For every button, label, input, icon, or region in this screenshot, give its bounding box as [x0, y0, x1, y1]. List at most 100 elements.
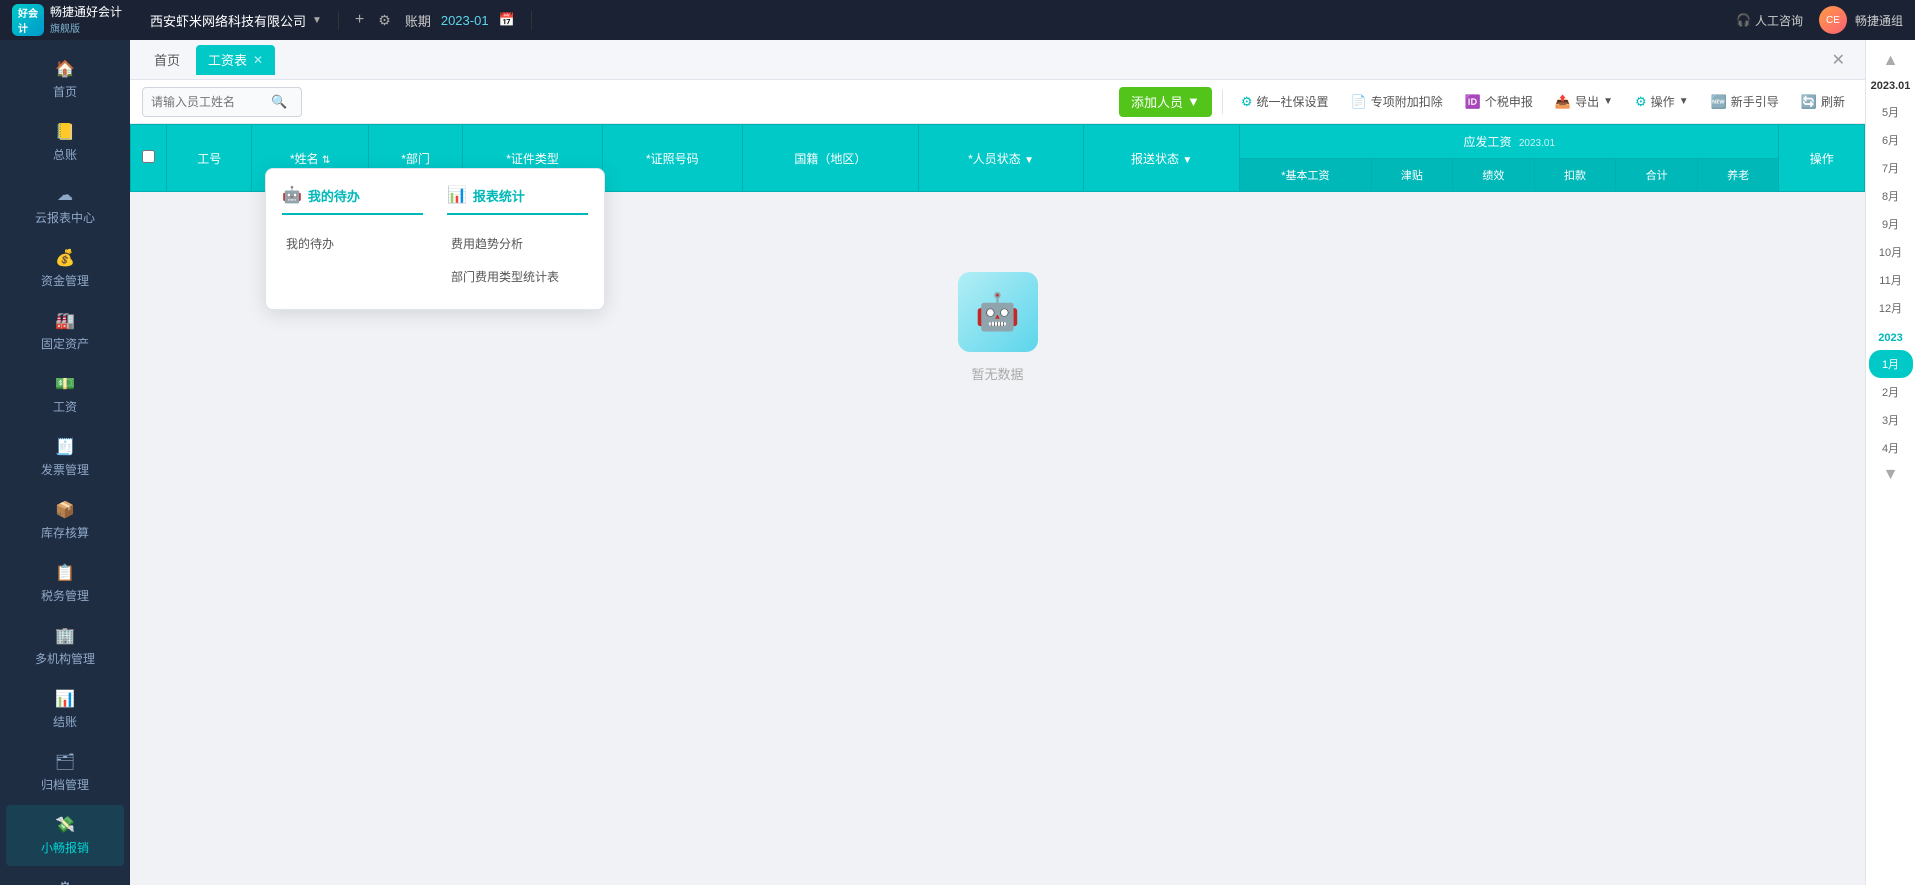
sidebar-item-home[interactable]: 🏠 首页 — [6, 49, 124, 110]
dropdown-overlay: 🤖 我的待办 我的待办 📊 报表统计 费用趋势分析 — [265, 168, 605, 310]
special-deduct-icon: 📄 — [1351, 94, 1367, 110]
support-button[interactable]: 🎧 人工咨询 — [1736, 12, 1803, 29]
dropdown-col1-title[interactable]: 🤖 我的待办 — [282, 185, 423, 215]
company-selector[interactable]: 西安虾米网络科技有限公司 ▼ — [142, 7, 330, 34]
avatar: CE — [1819, 6, 1847, 34]
month-2[interactable]: 2月 — [1869, 378, 1913, 406]
sidebar-item-inventory[interactable]: 📦 库存核算 — [6, 490, 124, 551]
month-5[interactable]: 5月 — [1869, 98, 1913, 126]
tab-close-all-icon[interactable]: ✕ — [1824, 50, 1853, 70]
month-4[interactable]: 4月 — [1869, 434, 1913, 462]
month-3[interactable]: 3月 — [1869, 406, 1913, 434]
month-8[interactable]: 8月 — [1869, 182, 1913, 210]
month-11[interactable]: 11月 — [1869, 266, 1913, 294]
sidebar-item-settlement[interactable]: 📊 结账 — [6, 679, 124, 740]
dropdown-expense-trend[interactable]: 费用趋势分析 — [447, 227, 588, 260]
period-value[interactable]: 2023-01 — [441, 13, 489, 28]
add-person-button[interactable]: 添加人员 ▼ — [1119, 87, 1212, 117]
export-chevron-icon: ▼ — [1603, 96, 1613, 107]
special-deduct-button[interactable]: 📄 专项附加扣除 — [1343, 89, 1451, 114]
dropdown-my-todo[interactable]: 我的待办 — [282, 227, 423, 260]
calendar-icon[interactable]: 📅 — [499, 12, 515, 28]
content-area: 首页 工资表 ✕ ✕ 🔍 添加人员 ▼ ⚙ 统一社保设置 — [130, 40, 1865, 885]
sidebar-item-invoice[interactable]: 🧾 发票管理 — [6, 427, 124, 488]
refresh-icon: 🔄 — [1801, 94, 1817, 110]
add-period-icon[interactable]: + — [355, 11, 364, 29]
archive-icon: 🗂 — [55, 752, 75, 772]
th-report-status[interactable]: 报送状态 ▼ — [1084, 125, 1240, 192]
panel-nav-down[interactable]: ▼ — [1879, 462, 1903, 488]
th-operation: 操作 — [1779, 125, 1865, 192]
sidebar-item-cloud-report[interactable]: ☁ 云报表中心 — [6, 175, 124, 236]
table-wrapper: 工号 *姓名 ⇅ *部门 *证件类型 *证照号码 国籍（地区） *人员状态 ▼ — [130, 124, 1865, 885]
operations-button[interactable]: ⚙ 操作 ▼ — [1627, 89, 1697, 114]
report-stat-icon: 📊 — [447, 185, 467, 205]
app-subtitle: 旗舰版 — [50, 20, 122, 35]
sidebar-label-home: 首页 — [53, 83, 77, 100]
salary-icon: 💵 — [55, 374, 75, 394]
month-12[interactable]: 12月 — [1869, 294, 1913, 322]
filter-status-icon[interactable]: ▼ — [1024, 155, 1034, 166]
dropdown-col2-label: 报表统计 — [473, 186, 525, 205]
month-10[interactable]: 10月 — [1869, 238, 1913, 266]
todo-icon: 🤖 — [282, 185, 302, 205]
month-9[interactable]: 9月 — [1869, 210, 1913, 238]
tab-salary[interactable]: 工资表 ✕ — [196, 45, 275, 75]
new-guide-button[interactable]: 🆕 新手引导 — [1703, 89, 1787, 114]
sidebar-label-invoice: 发票管理 — [41, 461, 89, 478]
add-person-chevron-icon: ▼ — [1187, 94, 1200, 109]
th-checkbox[interactable] — [131, 125, 167, 192]
sidebar-item-salary[interactable]: 💵 工资 — [6, 364, 124, 425]
sidebar-label-xiaochang: 小畅报销 — [41, 839, 89, 856]
dropdown-col2-title[interactable]: 📊 报表统计 — [447, 185, 588, 215]
sidebar-label-cloud: 云报表中心 — [35, 209, 95, 226]
logo-text-block: 畅捷通好会计 旗舰版 — [50, 5, 122, 34]
sidebar-item-basic[interactable]: ⚙ 基础设置 — [6, 868, 124, 885]
sidebar-item-ledger[interactable]: 📒 总账 — [6, 112, 124, 173]
dropdown-dept-expense[interactable]: 部门费用类型统计表 — [447, 260, 588, 293]
search-input[interactable] — [151, 95, 271, 109]
th-pension: 养老 — [1697, 159, 1779, 192]
sidebar-item-funds[interactable]: 💰 资金管理 — [6, 238, 124, 299]
divider-1 — [1222, 90, 1223, 114]
sidebar-item-tax[interactable]: 📋 税务管理 — [6, 553, 124, 614]
sidebar-item-archive[interactable]: 🗂 归档管理 — [6, 742, 124, 803]
month-7[interactable]: 7月 — [1869, 154, 1913, 182]
sidebar-label-assets: 固定资产 — [41, 335, 89, 352]
settings-icon[interactable]: ⚙ — [378, 12, 391, 29]
new-guide-label: 新手引导 — [1731, 93, 1779, 110]
th-status[interactable]: *人员状态 ▼ — [919, 125, 1084, 192]
right-panel: ▲ 2023.01 5月 6月 7月 8月 9月 10月 11月 12月 202… — [1865, 40, 1915, 885]
operations-label: 操作 — [1651, 93, 1675, 110]
sidebar-item-assets[interactable]: 🏭 固定资产 — [6, 301, 124, 362]
month-1[interactable]: 1月 — [1869, 350, 1913, 378]
search-icon[interactable]: 🔍 — [271, 94, 287, 110]
social-security-button[interactable]: ⚙ 统一社保设置 — [1233, 89, 1337, 114]
sidebar-item-multi-org[interactable]: 🏢 多机构管理 — [6, 616, 124, 677]
basic-icon: ⚙ — [58, 878, 72, 885]
filter-report-icon[interactable]: ▼ — [1182, 155, 1192, 166]
tab-salary-close-icon[interactable]: ✕ — [253, 53, 263, 67]
export-button[interactable]: 📤 导出 ▼ — [1547, 89, 1621, 114]
th-deduct: 扣款 — [1534, 159, 1616, 192]
tax-icon: 📋 — [55, 563, 75, 583]
th-allowance: 津贴 — [1371, 159, 1453, 192]
search-box[interactable]: 🔍 — [142, 87, 302, 117]
tab-home[interactable]: 首页 — [142, 45, 192, 75]
tax-report-icon: 🆔 — [1465, 94, 1481, 110]
month-6[interactable]: 6月 — [1869, 126, 1913, 154]
social-security-label: 统一社保设置 — [1256, 93, 1328, 110]
user-area[interactable]: CE 畅捷通组 — [1819, 6, 1903, 34]
period-selector[interactable]: + ⚙ 账期 2023-01 📅 — [338, 11, 532, 30]
panel-nav-up[interactable]: ▲ — [1879, 48, 1903, 74]
tax-report-button[interactable]: 🆔 个税申报 — [1457, 89, 1541, 114]
headset-icon: 🎧 — [1736, 13, 1751, 27]
tax-report-label: 个税申报 — [1485, 93, 1533, 110]
sort-name-icon[interactable]: ⇅ — [322, 155, 330, 166]
refresh-button[interactable]: 🔄 刷新 — [1793, 89, 1853, 114]
tab-bar: 首页 工资表 ✕ ✕ — [130, 40, 1865, 80]
sidebar-item-xiaochang[interactable]: 💸 小畅报销 — [6, 805, 124, 866]
select-all-checkbox[interactable] — [142, 150, 155, 163]
th-emp-no: 工号 — [167, 125, 252, 192]
tab-home-label: 首页 — [154, 50, 180, 69]
